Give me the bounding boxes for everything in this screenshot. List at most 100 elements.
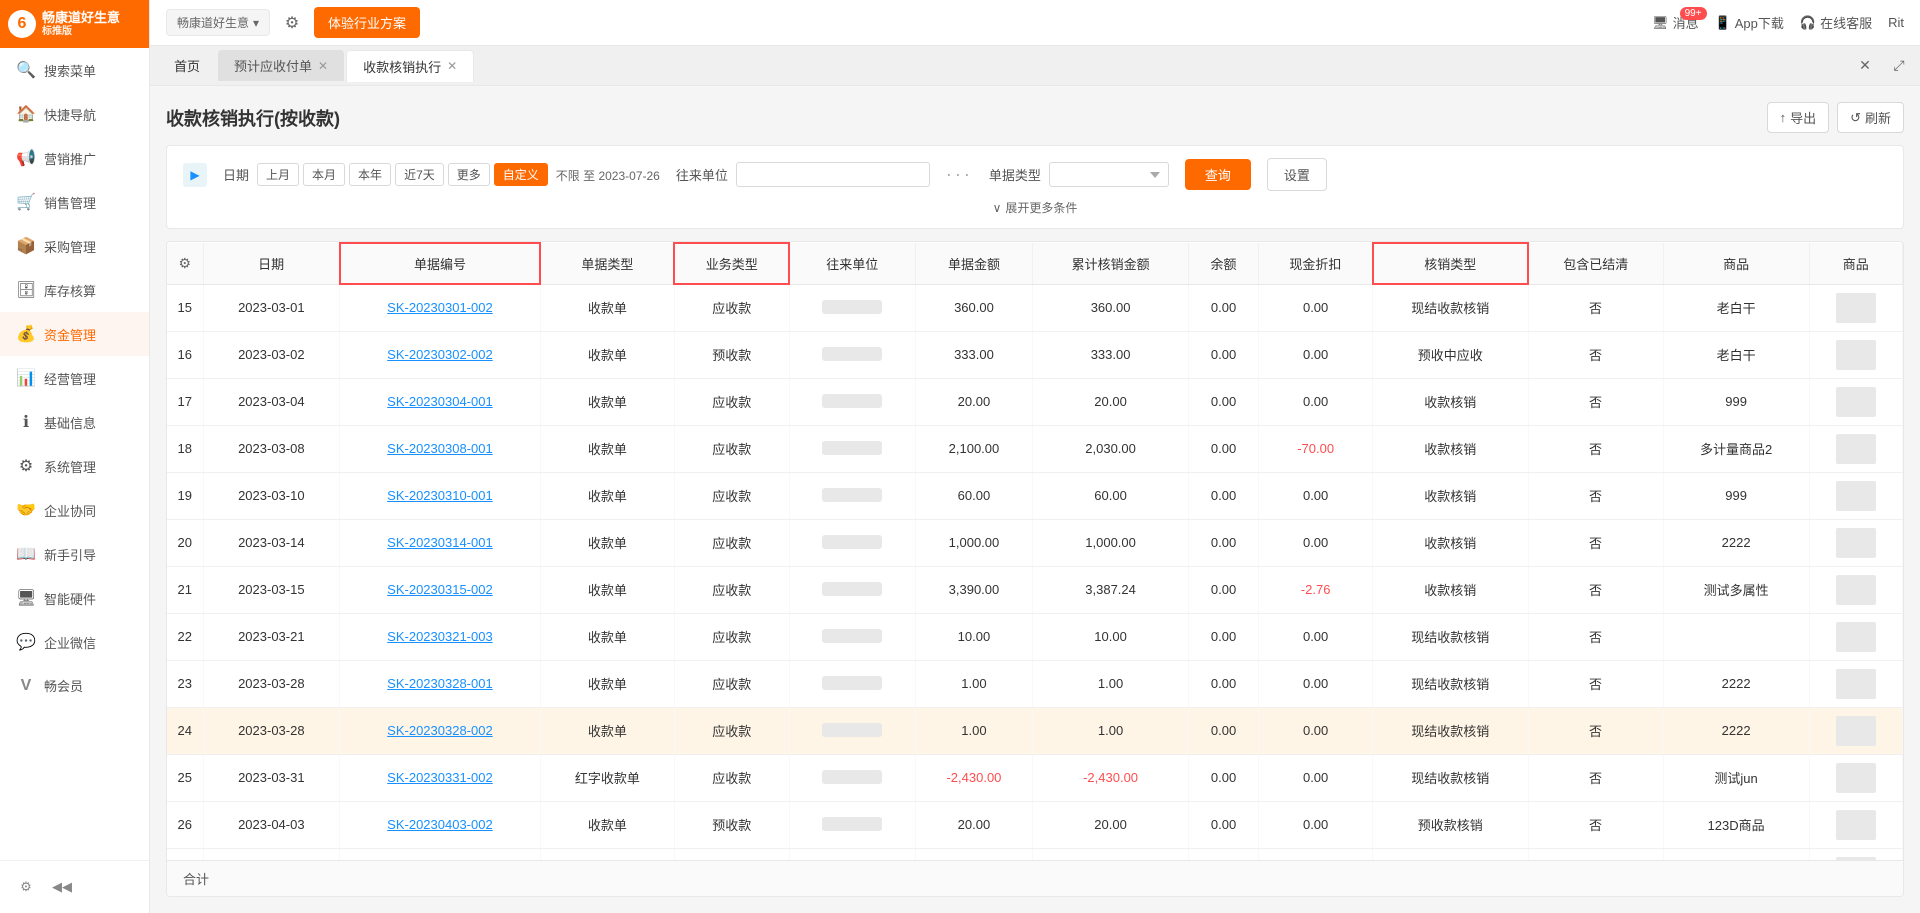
tab-collection[interactable]: 收款核销执行 ✕ [346,50,474,82]
cell-verified: 1.00 [1033,660,1189,707]
sidebar-item-basic[interactable]: ℹ 基础信息 [0,400,149,444]
settings-bottom-icon[interactable]: ⚙ [12,873,40,901]
tab-prepay-close-icon[interactable]: ✕ [318,59,328,73]
cell-discount: 0.00 [1259,707,1373,754]
filter-billtype-item: 单据类型 [989,162,1169,187]
topbar-left: 畅康道好生意 ▾ ⚙ 体验行业方案 [166,7,1640,38]
cell-balance: 0.00 [1188,801,1258,848]
table-row: 16 2023-03-02 SK-20230302-002 收款单 预收款 33… [167,331,1903,378]
sidebar-item-label: 营销推广 [44,149,96,168]
tab-collection-close-icon[interactable]: ✕ [447,59,457,73]
sidebar-item-guide[interactable]: 📖 新手引导 [0,532,149,576]
filter-expand-arrow[interactable]: ▶ [183,163,207,187]
sidebar-item-operations[interactable]: 📊 经营管理 [0,356,149,400]
filter-settings-button[interactable]: 设置 [1267,158,1327,191]
app-download-link[interactable]: 📱 App下载 [1715,13,1784,32]
topbar-gear-icon[interactable]: ⚙ [278,9,306,37]
cabinet-icon: 🗄 [16,280,36,300]
cell-date: 2023-03-31 [203,754,340,801]
cell-bill-type: 收款单 [540,707,674,754]
topbar-dropdown[interactable]: 畅康道好生意 ▾ [166,9,270,36]
cell-partner [789,519,915,566]
sidebar-item-marketing[interactable]: 📢 营销推广 [0,136,149,180]
cell-bill-type: 收款单 [540,566,674,613]
tabbar: 首页 预计应收付单 ✕ 收款核销执行 ✕ ✕ ⤢ [150,46,1920,86]
sidebar-item-sales[interactable]: 🛒 销售管理 [0,180,149,224]
cell-biz-type: 应收款 [674,519,789,566]
cell-date: 2023-03-14 [203,519,340,566]
cell-no: 17 [167,378,203,425]
tab-prepay[interactable]: 预计应收付单 ✕ [218,50,344,81]
filter-bar: ▶ 日期 上月 本月 本年 近7天 更多 自定义 不限 至 2023-07-26 [166,145,1904,229]
cell-goods2 [1809,519,1902,566]
cell-bill-type: 收款单 [540,425,674,472]
cell-verify-type: 现结收款核销 [1373,848,1529,860]
cell-bill-type: 收款单 [540,472,674,519]
cell-balance: 0.00 [1188,613,1258,660]
tab-collection-label: 收款核销执行 [363,57,441,76]
cell-bill-no: SK-20230403-002 [340,801,541,848]
footer-total-label: 合计 [183,869,209,888]
cell-partner [789,707,915,754]
cell-no: 24 [167,707,203,754]
cell-goods2 [1809,378,1902,425]
cell-included: 否 [1528,613,1663,660]
online-support-link[interactable]: 🎧 在线客服 [1800,13,1872,32]
sidebar-item-inventory[interactable]: 🗄 库存核算 [0,268,149,312]
refresh-button[interactable]: ↺ 刷新 [1837,102,1904,133]
sidebar-item-label: 采购管理 [44,237,96,256]
user-name[interactable]: Rit [1888,15,1904,30]
page-header: 收款核销执行(按收款) ↑ 导出 ↺ 刷新 [166,102,1904,133]
table-row: 20 2023-03-14 SK-20230314-001 收款单 应收款 1,… [167,519,1903,566]
tab-prepay-label: 预计应收付单 [234,56,312,75]
query-button[interactable]: 查询 [1185,159,1251,190]
tab-home[interactable]: 首页 [158,50,216,81]
sidebar-item-member[interactable]: V 畅会员 [0,664,149,707]
table-footer: 合计 [167,860,1903,896]
sidebar-item-hardware[interactable]: 🖥 智能硬件 [0,576,149,620]
cell-goods1: 2222 [1663,519,1809,566]
page-actions: ↑ 导出 ↺ 刷新 [1767,102,1904,133]
date-last-month[interactable]: 上月 [257,163,299,186]
cell-no: 20 [167,519,203,566]
col-settings[interactable]: ⚙ [167,243,203,284]
solution-button[interactable]: 体验行业方案 [314,7,420,38]
cell-discount: 0.00 [1259,660,1373,707]
sidebar-item-wechat[interactable]: 💬 企业微信 [0,620,149,664]
page-content: 收款核销执行(按收款) ↑ 导出 ↺ 刷新 ▶ 日期 [150,86,1920,913]
cell-date: 2023-03-02 [203,331,340,378]
sidebar-item-finance[interactable]: 💰 资金管理 [0,312,149,356]
cell-goods1: 测试多属性 [1663,566,1809,613]
date-range-display: 不限 至 2023-07-26 [556,167,660,184]
date-this-month[interactable]: 本月 [303,163,345,186]
cell-balance: 0.00 [1188,472,1258,519]
collapse-sidebar-icon[interactable]: ◀◀ [48,873,76,901]
column-settings-icon[interactable]: ⚙ [178,255,191,271]
sidebar-item-corp[interactable]: 🤝 企业协同 [0,488,149,532]
cell-verify-type: 预收款核销 [1373,801,1529,848]
sidebar-item-system[interactable]: ⚙ 系统管理 [0,444,149,488]
sidebar-item-quicknav[interactable]: 🏠 快捷导航 [0,92,149,136]
cell-amount: 360.00 [915,284,1033,331]
maximize-icon[interactable]: ⤢ [1886,53,1912,79]
partner-input[interactable] [736,162,930,187]
cell-discount: 0.00 [1259,472,1373,519]
date-this-year[interactable]: 本年 [349,163,391,186]
close-tab-icon[interactable]: ✕ [1852,53,1878,79]
cell-goods1: 衣服00001 [1663,848,1809,860]
col-discount: 现金折扣 [1259,243,1373,284]
search-icon: 🔍 [16,60,36,80]
billtype-select[interactable] [1049,162,1169,187]
sidebar-item-purchase[interactable]: 📦 采购管理 [0,224,149,268]
date-last-7-days[interactable]: 近7天 [395,163,444,186]
cell-verify-type: 收款核销 [1373,472,1529,519]
cell-bill-no: SK-20230408-001 [340,848,541,860]
box-icon: 📦 [16,236,36,256]
date-custom[interactable]: 自定义 [494,163,548,186]
table-scroll[interactable]: ⚙ 日期 单据编号 单据类型 业务类型 往来单位 单据金额 累计核销金额 余额 … [167,242,1903,860]
expand-more-btn[interactable]: ∨ 展开更多条件 [993,199,1078,216]
export-button[interactable]: ↑ 导出 [1767,102,1830,133]
date-more[interactable]: 更多 [448,163,490,186]
sidebar-item-search[interactable]: 🔍 搜索菜单 [0,48,149,92]
messages-button[interactable]: 🖥 消息 99+ [1652,13,1699,32]
